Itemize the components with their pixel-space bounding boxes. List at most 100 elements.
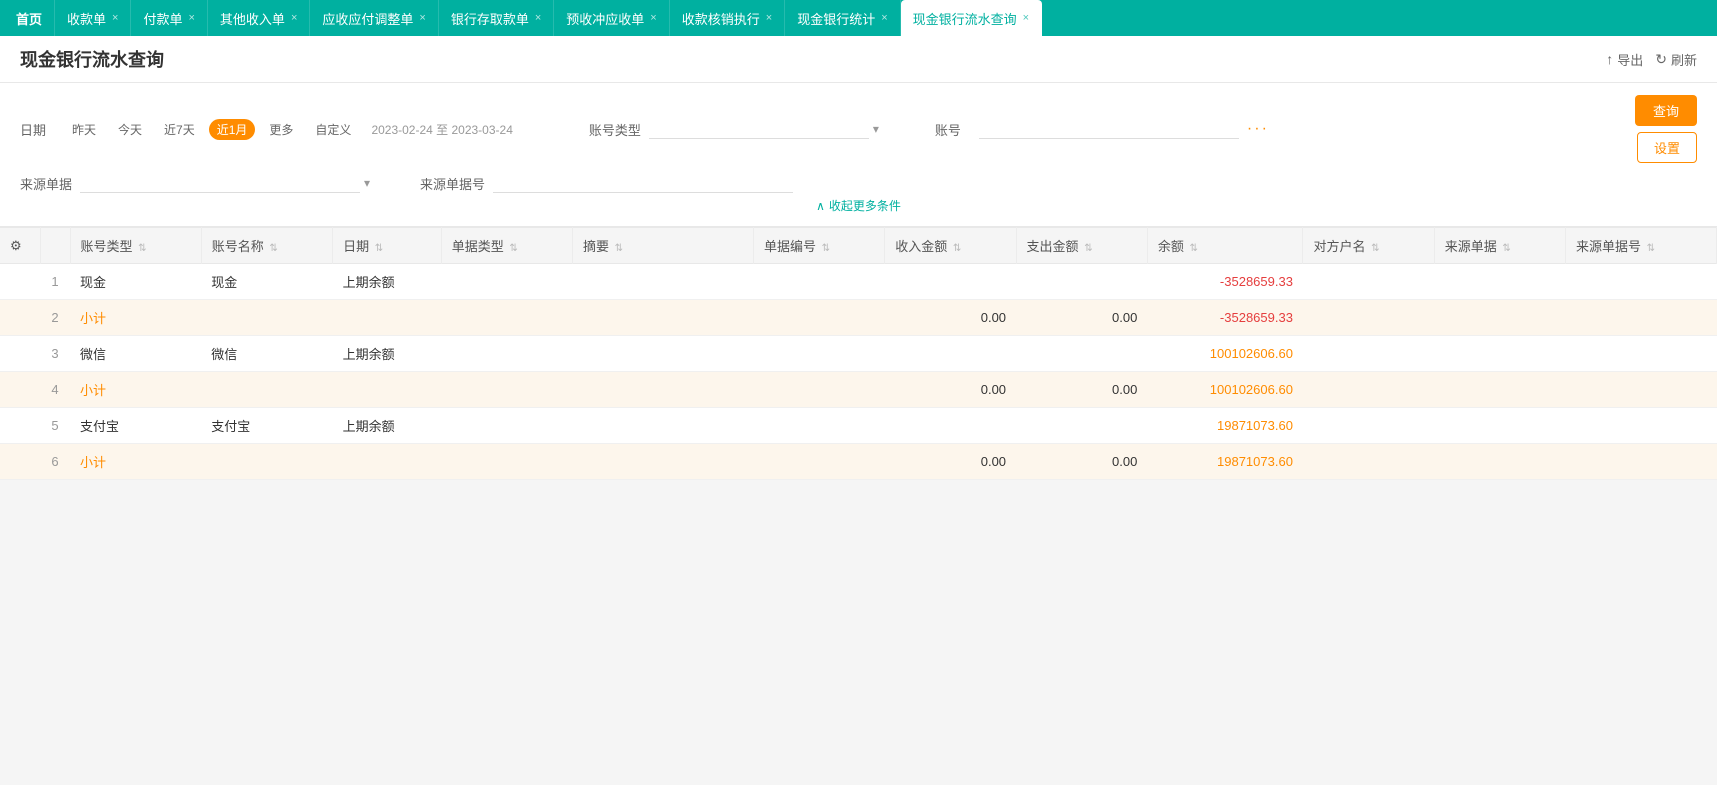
row-doc-type-3 (441, 372, 572, 408)
export-icon: ↑ (1606, 51, 1613, 67)
row-source-doc-no-1 (1566, 300, 1717, 336)
nav-receipt-close[interactable]: × (112, 12, 118, 24)
row-account-type-4: 支付宝 (70, 408, 201, 444)
nav-item-prepay-offset[interactable]: 预收冲应收单 × (554, 0, 669, 36)
filter-row-2: 来源单据 ▾ 来源单据号 (20, 173, 1697, 193)
date-opt-custom[interactable]: 自定义 (307, 119, 359, 140)
row-account-type-2: 微信 (70, 336, 201, 372)
sort-icon-counterpart: ⇅ (1371, 243, 1379, 254)
nav-item-bank-deposit[interactable]: 银行存取款单 × (439, 0, 554, 36)
th-date[interactable]: 日期 ⇅ (333, 228, 442, 264)
row-counterpart-2 (1303, 336, 1434, 372)
nav-item-home[interactable]: 首页 (4, 0, 55, 36)
row-account-type-0: 现金 (70, 264, 201, 300)
row-date-1 (333, 300, 442, 336)
th-doc-type[interactable]: 单据类型 ⇅ (441, 228, 572, 264)
row-expense-3: 0.00 (1016, 372, 1147, 408)
nav-prepay-close[interactable]: × (650, 12, 656, 24)
date-opt-7days[interactable]: 近7天 (156, 119, 203, 140)
date-opt-1month[interactable]: 近1月 (209, 119, 256, 140)
row-balance-5: 19871073.60 (1147, 444, 1303, 480)
account-filter-group: 账号 ··· (935, 119, 1269, 139)
date-opt-yesterday[interactable]: 昨天 (64, 119, 104, 140)
table-row[interactable]: 6 小计 0.00 0.00 19871073.60 (0, 444, 1717, 480)
source-doc-select[interactable]: ▾ (80, 173, 370, 193)
th-source-doc[interactable]: 来源单据 ⇅ (1434, 228, 1565, 264)
row-expense-1: 0.00 (1016, 300, 1147, 336)
source-doc-num-filter-group: 来源单据号 (420, 173, 793, 193)
row-summary-2 (572, 336, 753, 372)
collapse-bar[interactable]: ∧ 收起更多条件 (20, 193, 1697, 214)
row-counterpart-1 (1303, 300, 1434, 336)
action-buttons: 查询 设置 (1635, 95, 1697, 163)
row-date-2: 上期余额 (333, 336, 442, 372)
table-row[interactable]: 3 微信 微信 上期余额 100102606.60 (0, 336, 1717, 372)
row-doc-type-5 (441, 444, 572, 480)
sort-icon-expense: ⇅ (1084, 243, 1092, 254)
nav-item-receipt-verify[interactable]: 收款核销执行 × (670, 0, 785, 36)
source-doc-input[interactable] (80, 173, 360, 193)
table-settings-icon[interactable]: ⚙ (10, 238, 22, 253)
nav-cash-bank-flow-close[interactable]: × (1023, 12, 1029, 24)
row-expense-4 (1016, 408, 1147, 444)
source-doc-dropdown-arrow: ▾ (364, 176, 370, 190)
table-row[interactable]: 4 小计 0.00 0.00 100102606.60 (0, 372, 1717, 408)
nav-prepay-label: 预收冲应收单 (566, 9, 644, 28)
row-source-doc-no-4 (1566, 408, 1717, 444)
nav-other-income-label: 其他收入单 (220, 9, 285, 28)
nav-item-other-income[interactable]: 其他收入单 × (208, 0, 310, 36)
date-opt-more[interactable]: 更多 (261, 119, 301, 140)
th-counterpart[interactable]: 对方户名 ⇅ (1303, 228, 1434, 264)
date-opt-today[interactable]: 今天 (110, 119, 150, 140)
table-row[interactable]: 1 现金 现金 上期余额 -3528659.33 (0, 264, 1717, 300)
nav-item-receipt[interactable]: 收款单 × (55, 0, 131, 36)
row-doc-no-0 (753, 264, 884, 300)
nav-item-cash-bank-flow[interactable]: 现金银行流水查询 × (901, 0, 1042, 36)
nav-payment-close[interactable]: × (188, 12, 194, 24)
nav-cash-bank-stat-close[interactable]: × (881, 12, 887, 24)
th-account-type[interactable]: 账号类型 ⇅ (70, 228, 201, 264)
source-doc-num-label: 来源单据号 (420, 174, 485, 193)
nav-item-cash-bank-stat[interactable]: 现金银行统计 × (785, 0, 900, 36)
th-source-doc-no[interactable]: 来源单据号 ⇅ (1566, 228, 1717, 264)
row-source-doc-1 (1434, 300, 1565, 336)
nav-ar-ap-close[interactable]: × (419, 12, 425, 24)
th-balance[interactable]: 余额 ⇅ (1147, 228, 1303, 264)
account-more-button[interactable]: ··· (1247, 120, 1269, 138)
th-doc-no[interactable]: 单据编号 ⇅ (753, 228, 884, 264)
query-button[interactable]: 查询 (1635, 95, 1697, 126)
nav-receipt-verify-close[interactable]: × (766, 12, 772, 24)
row-doc-no-2 (753, 336, 884, 372)
th-account-name[interactable]: 账号名称 ⇅ (201, 228, 332, 264)
row-summary-5 (572, 444, 753, 480)
export-button[interactable]: ↑ 导出 (1606, 50, 1643, 69)
table-row[interactable]: 2 小计 0.00 0.00 -3528659.33 (0, 300, 1717, 336)
account-input[interactable] (979, 119, 1239, 139)
row-account-name-3 (201, 372, 332, 408)
row-balance-0: -3528659.33 (1147, 264, 1303, 300)
th-income[interactable]: 收入金额 ⇅ (885, 228, 1016, 264)
row-income-1: 0.00 (885, 300, 1016, 336)
filter-row-1: 日期 昨天 今天 近7天 近1月 更多 自定义 2023-02-24 至 202… (20, 95, 1697, 163)
nav-item-ar-ap-adjust[interactable]: 应收应付调整单 × (310, 0, 438, 36)
th-summary[interactable]: 摘要 ⇅ (572, 228, 753, 264)
th-settings[interactable]: ⚙ (0, 228, 40, 264)
nav-home-label: 首页 (16, 9, 42, 28)
row-date-0: 上期余额 (333, 264, 442, 300)
nav-bank-deposit-close[interactable]: × (535, 12, 541, 24)
row-account-name-4: 支付宝 (201, 408, 332, 444)
account-type-select[interactable]: ▾ (649, 119, 879, 139)
source-doc-num-input[interactable] (493, 173, 793, 193)
th-expense[interactable]: 支出金额 ⇅ (1016, 228, 1147, 264)
table-row[interactable]: 5 支付宝 支付宝 上期余额 19871073.60 (0, 408, 1717, 444)
refresh-button[interactable]: ↻ 刷新 (1655, 50, 1697, 69)
nav-item-payment[interactable]: 付款单 × (131, 0, 207, 36)
account-type-input[interactable] (649, 119, 869, 139)
collapse-label: 收起更多条件 (829, 197, 901, 214)
nav-cash-bank-flow-label: 现金银行流水查询 (913, 9, 1017, 28)
date-range-display: 2023-02-24 至 2023-03-24 (371, 121, 512, 138)
settings-button[interactable]: 设置 (1637, 132, 1697, 163)
row-expense-5: 0.00 (1016, 444, 1147, 480)
nav-other-income-close[interactable]: × (291, 12, 297, 24)
row-summary-0 (572, 264, 753, 300)
